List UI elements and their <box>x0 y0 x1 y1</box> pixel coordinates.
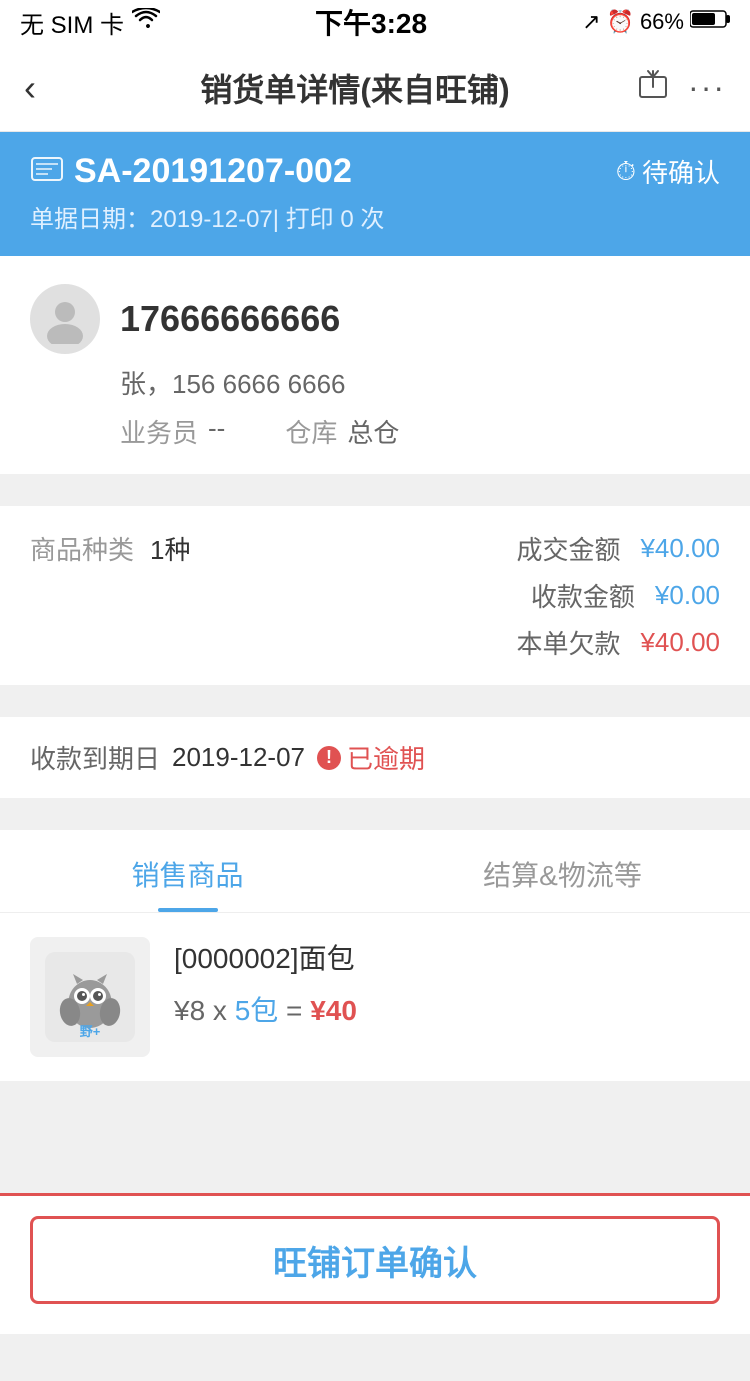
product-price: ¥8 x 5包 = ¥40 <box>174 989 720 1029</box>
status-right: ↗ ⏰ 66% <box>582 9 730 35</box>
status-clock-icon: ⏱ <box>616 156 636 188</box>
order-header: SA-20191207-002 ⏱ 待确认 单据日期：2019-12-07| 打… <box>0 132 750 256</box>
battery-icon <box>690 9 730 35</box>
overdue-text: 已逾期 <box>347 739 425 776</box>
price-text: ¥8 x <box>174 995 235 1026</box>
product-name: [0000002]面包 <box>174 937 720 977</box>
summary-section: 商品种类 1种 成交金额 ¥40.00 收款金额 ¥0.00 本单欠款 ¥40.… <box>0 506 750 685</box>
confirm-order-button[interactable]: 旺铺订单确认 <box>30 1216 720 1304</box>
status-time: 下午3:28 <box>315 2 427 42</box>
tab-settlement[interactable]: 结算&物流等 <box>375 830 750 912</box>
wifi-icon <box>132 8 160 37</box>
back-button[interactable]: ‹ <box>24 67 84 109</box>
svg-text:野+: 野+ <box>80 1024 101 1039</box>
order-id: SA-20191207-002 <box>30 152 352 191</box>
page-title: 销货单详情(来自旺铺) <box>84 65 626 111</box>
divider-3 <box>0 814 750 830</box>
due-section: 收款到期日 2019-12-07 ! 已逾期 <box>0 717 750 798</box>
overdue-dot-icon: ! <box>317 746 341 770</box>
owed-label: 本单欠款 <box>516 624 620 661</box>
product-info: [0000002]面包 ¥8 x 5包 = ¥40 <box>174 937 720 1029</box>
tab-sales-products[interactable]: 销售商品 <box>0 830 375 912</box>
status-bar: 无 SIM 卡 下午3:28 ↗ ⏰ 66% <box>0 0 750 44</box>
battery-text: 66% <box>640 9 684 35</box>
amounts: 成交金额 ¥40.00 收款金额 ¥0.00 本单欠款 ¥40.00 <box>516 530 720 661</box>
amount-label: 成交金额 <box>516 530 620 567</box>
sales-value: -- <box>208 413 225 450</box>
carrier-text: 无 SIM 卡 <box>20 5 124 40</box>
clock-icon: ⏰ <box>607 9 634 35</box>
contact-name: 张，156 6666 6666 <box>120 364 720 401</box>
divider-1 <box>0 490 750 506</box>
sales-label: 业务员 <box>120 413 198 450</box>
received-label: 收款金额 <box>531 577 635 614</box>
due-label: 收款到期日 <box>30 739 160 776</box>
equals-text: = <box>278 995 310 1026</box>
warehouse-value: 总仓 <box>347 413 399 450</box>
order-invoice-icon <box>30 152 64 191</box>
owed-value: ¥40.00 <box>640 627 720 658</box>
contact-section: 17666666666 张，156 6666 6666 业务员 -- 仓库 总仓 <box>0 256 750 474</box>
tabs-section: 销售商品 结算&物流等 <box>0 830 750 1081</box>
received-value: ¥0.00 <box>655 580 720 611</box>
product-image: 野+ <box>30 937 150 1057</box>
status-left: 无 SIM 卡 <box>20 5 160 40</box>
amount-value: ¥40.00 <box>640 533 720 564</box>
due-date: 2019-12-07 <box>172 742 305 773</box>
share-icon[interactable] <box>638 69 668 106</box>
nav-bar: ‹ 销货单详情(来自旺铺) ··· <box>0 44 750 132</box>
divider-2 <box>0 701 750 717</box>
tabs-bar: 销售商品 结算&物流等 <box>0 830 750 913</box>
nav-actions: ··· <box>626 69 726 106</box>
contact-meta: 业务员 -- 仓库 总仓 <box>120 413 720 450</box>
avatar <box>30 284 100 354</box>
confirm-btn-wrapper: 旺铺订单确认 <box>0 1193 750 1334</box>
product-count: 商品种类 1种 <box>30 530 190 567</box>
overdue-badge: ! 已逾期 <box>317 739 425 776</box>
more-icon[interactable]: ··· <box>688 69 726 106</box>
order-status: ⏱ 待确认 <box>616 153 720 190</box>
location-icon: ↗ <box>582 9 600 35</box>
warehouse-label: 仓库 <box>285 413 337 450</box>
contact-phone: 17666666666 <box>120 298 340 340</box>
product-qty: 5包 <box>235 995 279 1026</box>
product-total: ¥40 <box>310 995 357 1026</box>
order-date: 单据日期：2019-12-07| 打印 0 次 <box>30 199 720 234</box>
product-section: 野+ [0000002]面包 ¥8 x 5包 = ¥40 <box>0 913 750 1081</box>
